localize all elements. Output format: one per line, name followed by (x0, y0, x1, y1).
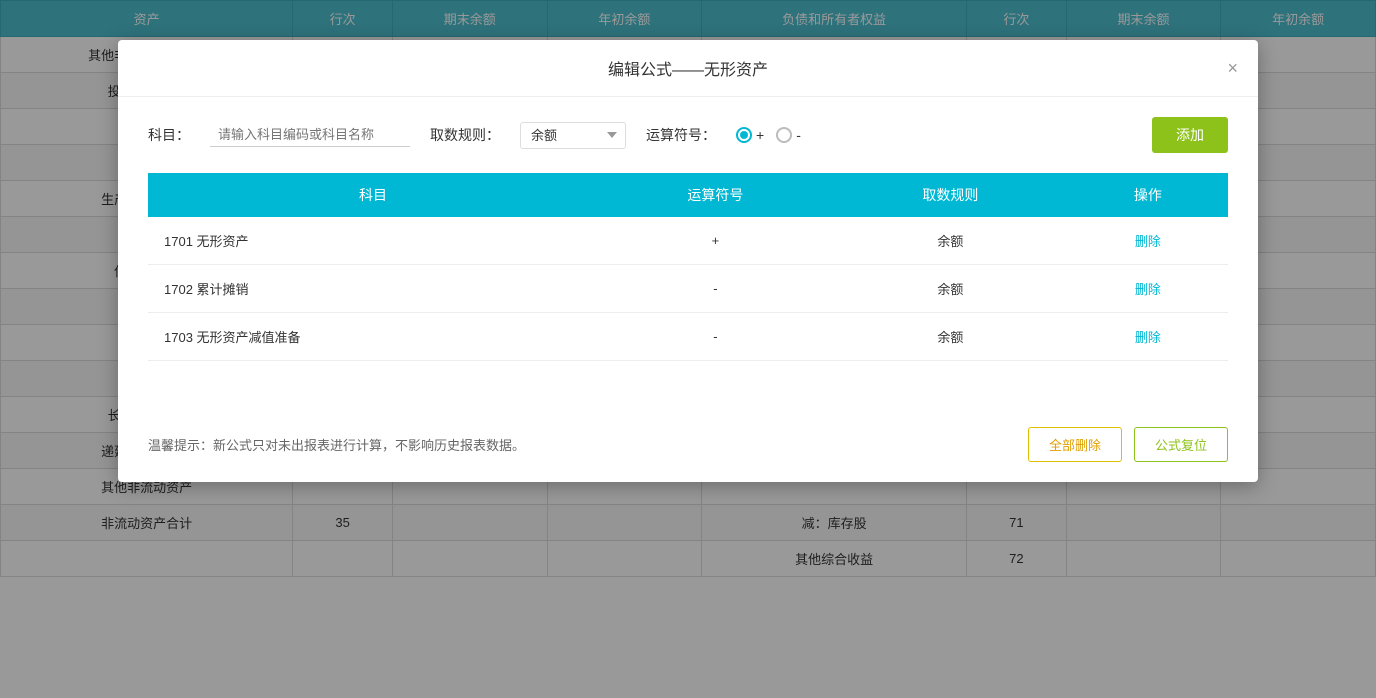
form-row: 科目： 取数规则： 余额 借方 贷方 借方发生额 贷方发生额 运算符号： (148, 117, 1228, 153)
modal-overlay: 编辑公式——无形资产 × 科目： 取数规则： 余额 借方 贷方 借方发生额 (0, 0, 1376, 698)
radio-plus-indicator (736, 127, 752, 143)
radio-minus-label: - (796, 127, 801, 143)
close-button[interactable]: × (1227, 59, 1238, 77)
page-wrapper: 资产 行次 期末余额 年初余额 负债和所有者权益 行次 期末余额 年初余额 其他… (0, 0, 1376, 698)
footer-buttons: 全部删除 公式复位 (1028, 427, 1228, 462)
formula-table: 科目 运算符号 取数规则 操作 1701 无形资产 + 余额 删除 (148, 173, 1228, 361)
reset-formula-button[interactable]: 公式复位 (1134, 427, 1228, 462)
edit-formula-modal: 编辑公式——无形资产 × 科目： 取数规则： 余额 借方 贷方 借方发生额 (118, 40, 1258, 482)
rule-label: 取数规则： (430, 125, 500, 145)
operator-label: 运算符号： (646, 125, 716, 145)
radio-plus-label: + (756, 127, 764, 143)
modal-title: 编辑公式——无形资产 (608, 56, 768, 80)
table-row: 1703 无形资产减值准备 - 余额 删除 (148, 313, 1228, 361)
rule-select[interactable]: 余额 借方 贷方 借方发生额 贷方发生额 (520, 122, 626, 149)
modal-header: 编辑公式——无形资产 × (118, 40, 1258, 97)
row2-action: 删除 (1068, 265, 1228, 313)
row3-operator: - (598, 313, 833, 361)
col-action: 操作 (1068, 173, 1228, 217)
row2-subject: 1702 累计摊销 (148, 265, 598, 313)
footer-tip: 温馨提示：新公式只对未出报表进行计算，不影响历史报表数据。 (148, 435, 525, 454)
modal-body: 科目： 取数规则： 余额 借方 贷方 借方发生额 贷方发生额 运算符号： (118, 97, 1258, 411)
row1-rule: 余额 (833, 217, 1068, 265)
radio-minus-indicator (776, 127, 792, 143)
row3-subject: 1703 无形资产减值准备 (148, 313, 598, 361)
subject-label: 科目： (148, 125, 190, 145)
radio-plus[interactable]: + (736, 127, 764, 143)
row1-operator: + (598, 217, 833, 265)
add-button[interactable]: 添加 (1152, 117, 1228, 153)
row2-rule: 余额 (833, 265, 1068, 313)
table-row: 1702 累计摊销 - 余额 删除 (148, 265, 1228, 313)
col-operator: 运算符号 (598, 173, 833, 217)
radio-minus[interactable]: - (776, 127, 801, 143)
delete-all-button[interactable]: 全部删除 (1028, 427, 1122, 462)
row1-action: 删除 (1068, 217, 1228, 265)
row1-delete-link[interactable]: 删除 (1135, 234, 1161, 249)
row3-action: 删除 (1068, 313, 1228, 361)
col-rule: 取数规则 (833, 173, 1068, 217)
row2-delete-link[interactable]: 删除 (1135, 282, 1161, 297)
rule-select-group: 余额 借方 贷方 借方发生额 贷方发生额 (520, 122, 626, 149)
subject-input[interactable] (210, 123, 410, 147)
operator-radio-group: + - (736, 127, 801, 143)
row2-operator: - (598, 265, 833, 313)
table-row: 1701 无形资产 + 余额 删除 (148, 217, 1228, 265)
modal-footer: 温馨提示：新公式只对未出报表进行计算，不影响历史报表数据。 全部删除 公式复位 (118, 411, 1258, 482)
col-subject: 科目 (148, 173, 598, 217)
row1-subject: 1701 无形资产 (148, 217, 598, 265)
row3-rule: 余额 (833, 313, 1068, 361)
row3-delete-link[interactable]: 删除 (1135, 330, 1161, 345)
